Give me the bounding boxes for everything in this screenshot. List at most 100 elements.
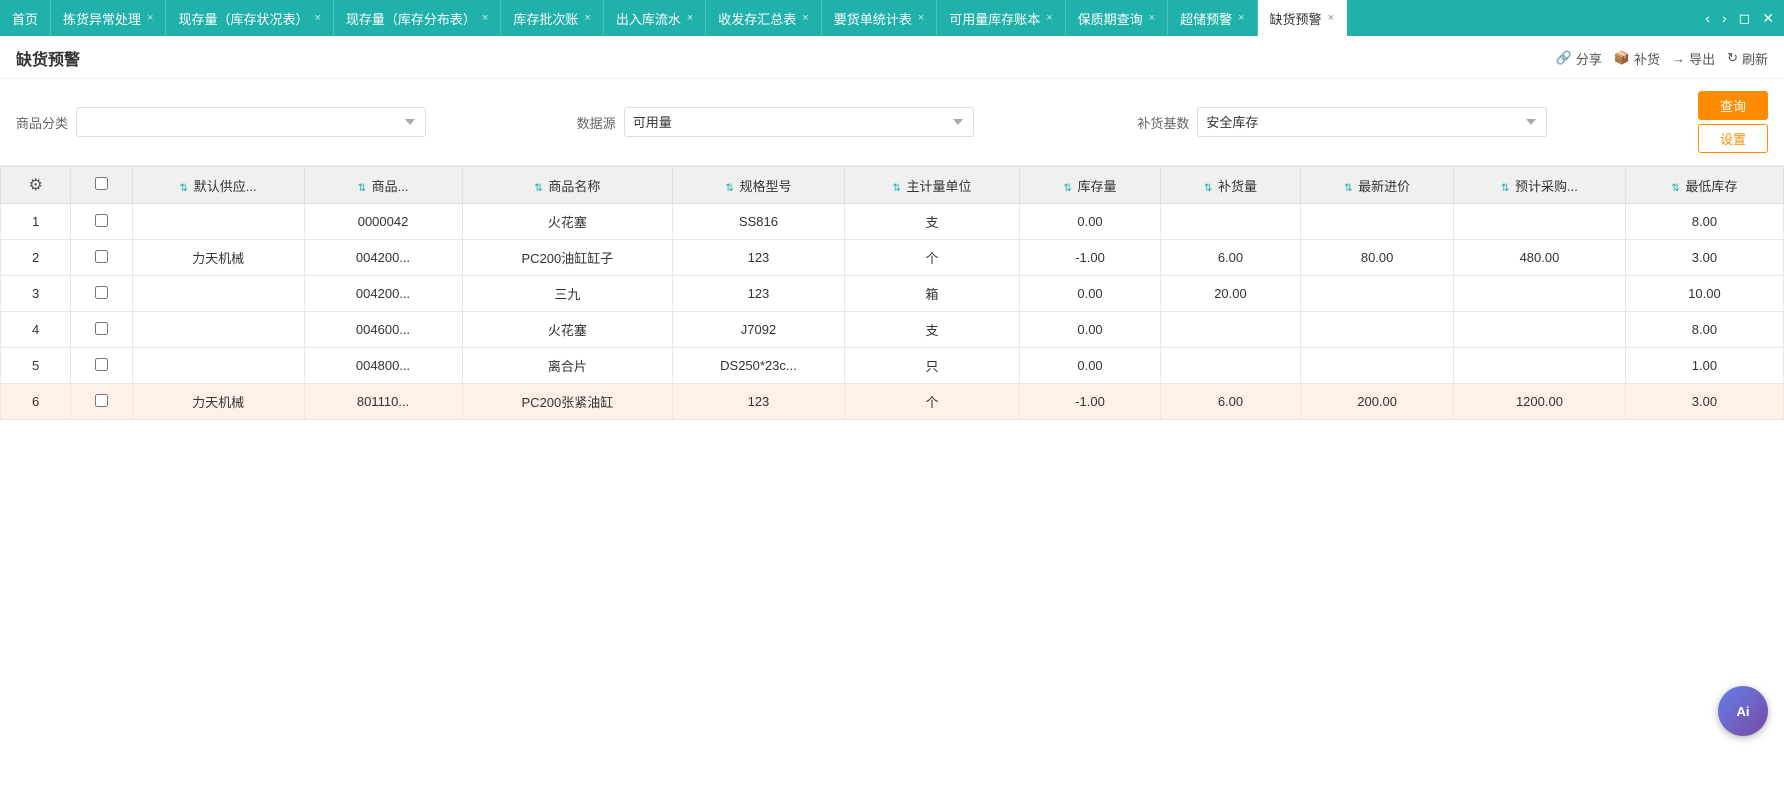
cell-unit: 个 (844, 384, 1020, 420)
tab-close-icon[interactable]: × (584, 12, 590, 24)
row-checkbox[interactable] (95, 322, 108, 335)
th-estimated-purchase[interactable]: ⇅ 预计采购... (1454, 167, 1626, 204)
row-checkbox[interactable] (95, 286, 108, 299)
cell-supplier: 力天机械 (132, 384, 304, 420)
select-all-checkbox[interactable] (95, 177, 108, 190)
cell-checkbox[interactable] (71, 276, 132, 312)
tab-close-icon[interactable]: × (1328, 12, 1334, 24)
tab-item[interactable]: 收发存汇总表× (706, 0, 821, 36)
row-checkbox[interactable] (95, 214, 108, 227)
cell-checkbox[interactable] (71, 204, 132, 240)
replenish-button[interactable]: 📦 补货 (1614, 49, 1660, 68)
datasource-select[interactable]: 可用量 (624, 107, 974, 137)
tab-item[interactable]: 缺货预警× (1258, 0, 1347, 36)
tab-item[interactable]: 拣货异常处理× (51, 0, 166, 36)
cell-checkbox[interactable] (71, 384, 132, 420)
tab-item[interactable]: 首页 (0, 0, 51, 36)
export-button[interactable]: → 导出 (1672, 49, 1715, 68)
tab-next-button[interactable]: › (1716, 6, 1733, 30)
cell-stock: 0.00 (1020, 204, 1160, 240)
cell-index: 3 (1, 276, 71, 312)
data-table: ⚙ ⇅ 默认供应... ⇅ 商品... ⇅ 商品名称 (0, 166, 1784, 420)
tab-close-icon[interactable]: × (147, 12, 153, 24)
th-stock[interactable]: ⇅ 库存量 (1020, 167, 1160, 204)
tab-item[interactable]: 出入库流水× (604, 0, 706, 36)
th-goods-name[interactable]: ⇅ 商品名称 (462, 167, 673, 204)
cell-unit: 支 (844, 204, 1020, 240)
cell-estimated-purchase: 480.00 (1454, 240, 1626, 276)
cell-stock: 0.00 (1020, 348, 1160, 384)
replenish-basis-select[interactable]: 安全库存 (1197, 107, 1547, 137)
tab-restore-button[interactable]: ◻ (1733, 6, 1757, 31)
cell-replenish (1160, 348, 1300, 384)
cell-goods-name: 离合片 (462, 348, 673, 384)
tab-item[interactable]: 库存批次账× (501, 0, 603, 36)
cell-estimated-purchase (1454, 276, 1626, 312)
tab-prev-button[interactable]: ‹ (1699, 6, 1716, 30)
tab-item[interactable]: 要货单统计表× (822, 0, 937, 36)
th-replenish[interactable]: ⇅ 补货量 (1160, 167, 1300, 204)
cell-estimated-purchase: 1200.00 (1454, 384, 1626, 420)
cell-spec: 123 (673, 276, 844, 312)
tab-close-icon[interactable]: × (1149, 12, 1155, 24)
tab-close-icon[interactable]: × (802, 12, 808, 24)
cell-latest-price (1301, 204, 1454, 240)
column-settings-button[interactable]: ⚙ (28, 175, 42, 195)
cell-index: 5 (1, 348, 71, 384)
cell-goods-name: 火花塞 (462, 312, 673, 348)
th-checkbox (71, 167, 132, 204)
th-min-stock[interactable]: ⇅ 最低库存 (1625, 167, 1783, 204)
refresh-button[interactable]: ↻ 刷新 (1727, 49, 1768, 68)
sort-icon-stock: ⇅ (1064, 183, 1072, 194)
cell-checkbox[interactable] (71, 240, 132, 276)
tab-close-icon[interactable]: × (1238, 12, 1244, 24)
cell-supplier: 力天机械 (132, 240, 304, 276)
cell-goods-code: 004200... (304, 240, 462, 276)
row-checkbox[interactable] (95, 250, 108, 263)
query-button[interactable]: 查询 (1698, 91, 1768, 120)
share-icon: 🔗 (1556, 50, 1572, 66)
th-goods-code[interactable]: ⇅ 商品... (304, 167, 462, 204)
cell-stock: 0.00 (1020, 312, 1160, 348)
row-checkbox[interactable] (95, 394, 108, 407)
replenish-basis-label: 补货基数 (1137, 113, 1189, 132)
th-unit[interactable]: ⇅ 主计量单位 (844, 167, 1020, 204)
cell-latest-price (1301, 312, 1454, 348)
cell-goods-code: 0000042 (304, 204, 462, 240)
tab-close-icon[interactable]: × (314, 12, 320, 24)
tab-item[interactable]: 可用量库存账本× (937, 0, 1065, 36)
tab-close-icon[interactable]: × (482, 12, 488, 24)
ai-assistant-button[interactable]: Ai (1718, 686, 1768, 736)
sort-icon-goods-code: ⇅ (358, 183, 366, 194)
cell-min-stock: 8.00 (1625, 204, 1783, 240)
tab-item[interactable]: 超储预警× (1168, 0, 1257, 36)
cell-estimated-purchase (1454, 312, 1626, 348)
tab-close-icon[interactable]: × (687, 12, 693, 24)
category-select[interactable] (76, 107, 426, 137)
settings-button[interactable]: 设置 (1698, 124, 1768, 153)
main-content: 缺货预警 🔗 分享 📦 补货 → 导出 ↻ 刷新 商品分类 (0, 36, 1784, 796)
cell-checkbox[interactable] (71, 312, 132, 348)
tab-item[interactable]: 现存量（库存分布表）× (334, 0, 501, 36)
th-supplier[interactable]: ⇅ 默认供应... (132, 167, 304, 204)
cell-spec: SS816 (673, 204, 844, 240)
cell-checkbox[interactable] (71, 348, 132, 384)
table-row: 3004200...三九123箱0.0020.0010.00 (1, 276, 1784, 312)
cell-stock: -1.00 (1020, 240, 1160, 276)
tab-close-all-button[interactable]: ✕ (1756, 6, 1780, 31)
tab-item[interactable]: 现存量（库存状况表）× (166, 0, 333, 36)
cell-min-stock: 10.00 (1625, 276, 1783, 312)
row-checkbox[interactable] (95, 358, 108, 371)
th-spec[interactable]: ⇅ 规格型号 (673, 167, 844, 204)
cell-stock: -1.00 (1020, 384, 1160, 420)
th-latest-price[interactable]: ⇅ 最新进价 (1301, 167, 1454, 204)
tab-close-icon[interactable]: × (1046, 12, 1052, 24)
cell-index: 1 (1, 204, 71, 240)
cell-unit: 箱 (844, 276, 1020, 312)
refresh-icon: ↻ (1727, 50, 1738, 66)
share-button[interactable]: 🔗 分享 (1556, 49, 1602, 68)
cell-min-stock: 8.00 (1625, 312, 1783, 348)
tab-close-icon[interactable]: × (918, 12, 924, 24)
filter-action-buttons: 查询 设置 (1698, 91, 1768, 153)
tab-item[interactable]: 保质期查询× (1066, 0, 1168, 36)
